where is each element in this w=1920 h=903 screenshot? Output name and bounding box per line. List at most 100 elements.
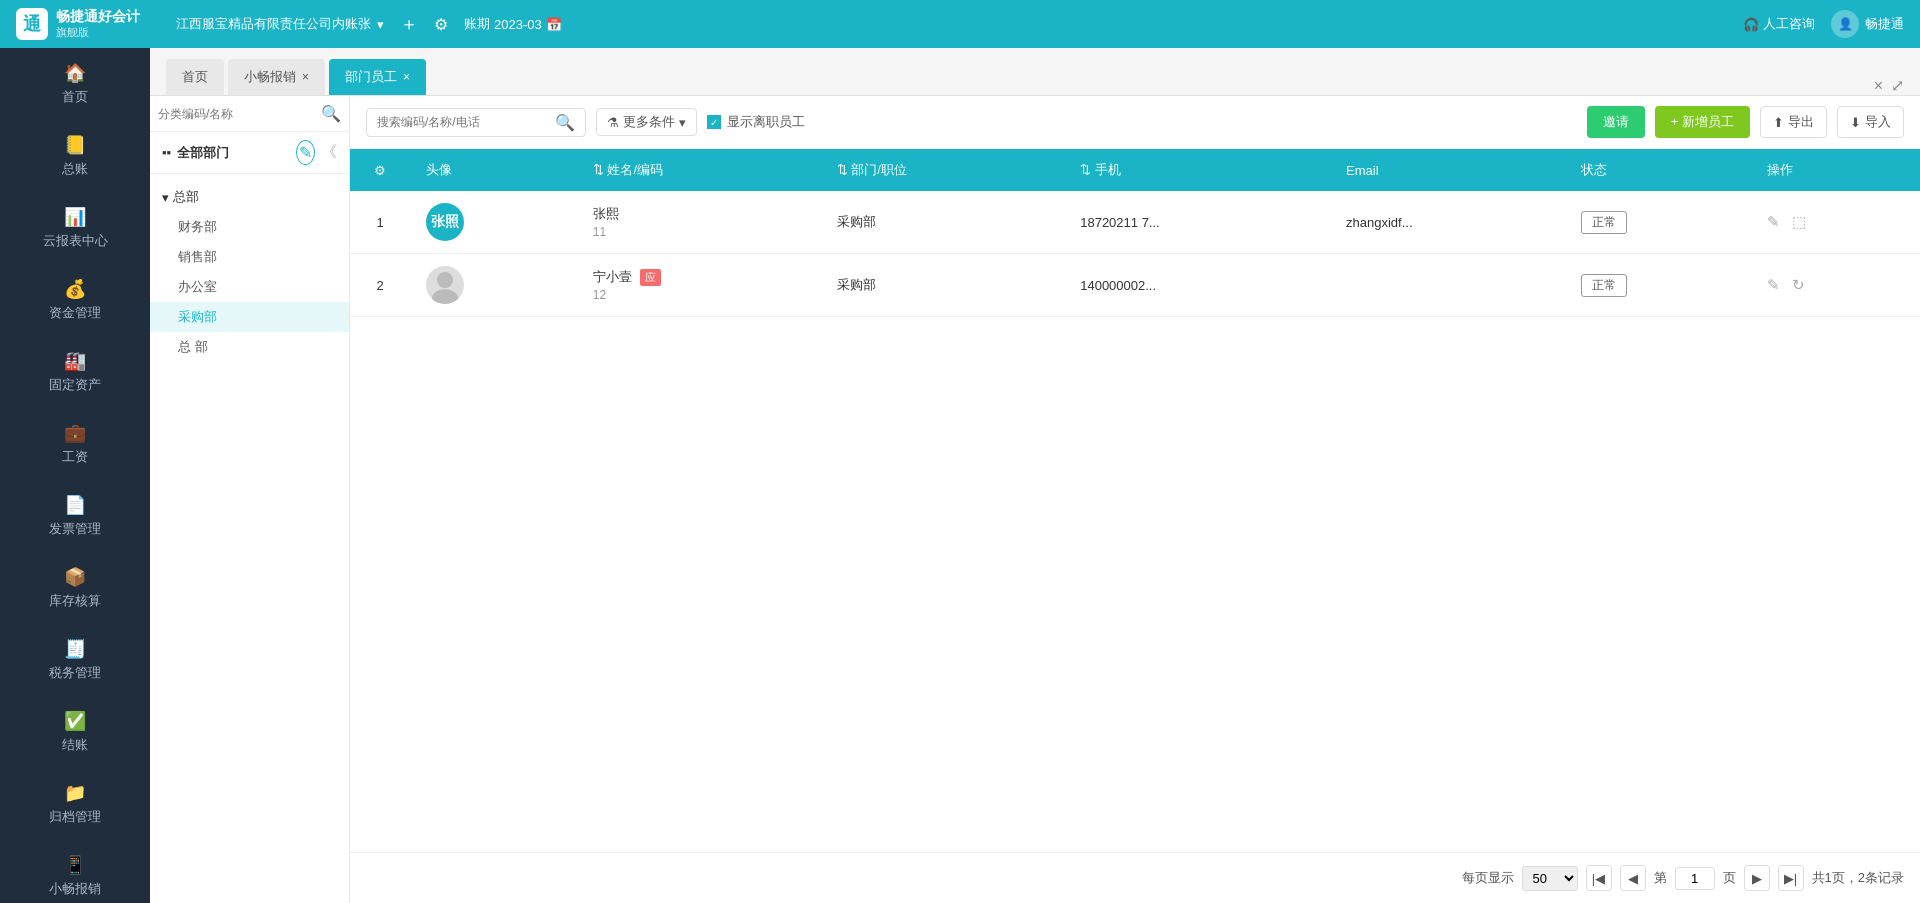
user-info[interactable]: 👤 畅捷通 bbox=[1831, 10, 1904, 38]
row2-dept: 采购部 bbox=[821, 254, 1065, 317]
pagination-bar: 每页显示 50 100 200 |◀ ◀ 第 页 ▶ ▶| 共1页，2条记录 bbox=[350, 852, 1920, 903]
tab-expense[interactable]: 小畅报销 × bbox=[228, 59, 325, 95]
sidebar-item-home[interactable]: 🏠 首页 bbox=[0, 48, 150, 120]
sidebar-item-funds[interactable]: 💰 资金管理 bbox=[0, 264, 150, 336]
col-name-code[interactable]: ⇅ 姓名/编码 bbox=[577, 149, 821, 191]
export-button[interactable]: ⬆ 导出 bbox=[1760, 106, 1827, 138]
salary-icon: 💼 bbox=[64, 422, 86, 444]
add-button[interactable]: ＋ bbox=[400, 12, 418, 36]
col-settings[interactable]: ⚙ bbox=[350, 149, 410, 191]
next-page-button[interactable]: ▶ bbox=[1744, 865, 1770, 891]
tab-department-close[interactable]: × bbox=[403, 70, 410, 84]
funds-icon: 💰 bbox=[64, 278, 86, 300]
tab-department[interactable]: 部门员工 × bbox=[329, 59, 426, 95]
row1-index: 1 bbox=[350, 191, 410, 254]
more-filter-button[interactable]: ⚗ 更多条件 ▾ bbox=[596, 108, 697, 136]
headset-icon: 🎧 bbox=[1743, 17, 1759, 32]
show-resigned-checkbox[interactable]: ✓ bbox=[707, 115, 721, 129]
sidebar-item-ledger[interactable]: 📒 总账 bbox=[0, 120, 150, 192]
prev-page-button[interactable]: ◀ bbox=[1620, 865, 1646, 891]
total-label: 共1页，2条记录 bbox=[1812, 869, 1904, 887]
col-phone[interactable]: ⇅ 手机 bbox=[1064, 149, 1330, 191]
dept-search-icon[interactable]: 🔍 bbox=[321, 104, 341, 123]
sidebar-item-salary[interactable]: 💼 工资 bbox=[0, 408, 150, 480]
company-selector[interactable]: 江西服宝精品有限责任公司内账张 ▾ bbox=[176, 15, 384, 33]
avatar-img-2 bbox=[426, 266, 464, 304]
logout-icon-1[interactable]: ⬚ bbox=[1792, 213, 1806, 231]
service-button[interactable]: 🎧 人工咨询 bbox=[1743, 15, 1815, 33]
sidebar-item-assets[interactable]: 🏭 固定资产 bbox=[0, 336, 150, 408]
last-page-button[interactable]: ▶| bbox=[1778, 865, 1804, 891]
action-icons-1: ✎ ⬚ bbox=[1767, 213, 1904, 231]
row1-phone: 18720211 7... bbox=[1064, 191, 1330, 254]
row2-status: 正常 bbox=[1565, 254, 1751, 317]
sidebar-item-reports[interactable]: 📊 云报表中心 bbox=[0, 192, 150, 264]
settlement-icon: ✅ bbox=[64, 710, 86, 732]
sidebar-item-tax[interactable]: 🧾 税务管理 bbox=[0, 624, 150, 696]
employee-search-icon[interactable]: 🔍 bbox=[555, 113, 575, 132]
employee-search-box[interactable]: 🔍 bbox=[366, 108, 586, 137]
add-employee-button[interactable]: + 新增员工 bbox=[1655, 106, 1750, 138]
user-avatar: 👤 bbox=[1831, 10, 1859, 38]
period-label: 账期 bbox=[464, 15, 490, 33]
import-button[interactable]: ⬇ 导入 bbox=[1837, 106, 1904, 138]
window-close-icon[interactable]: × bbox=[1874, 77, 1883, 95]
dept-item-office[interactable]: 办公室 bbox=[150, 272, 349, 302]
sidebar-item-archive[interactable]: 📁 归档管理 bbox=[0, 768, 150, 840]
refresh-icon-2[interactable]: ↻ bbox=[1792, 276, 1805, 294]
dept-item-sales[interactable]: 销售部 bbox=[150, 242, 349, 272]
row2-actions: ✎ ↻ bbox=[1751, 254, 1920, 317]
show-resigned-label: 显示离职员工 bbox=[727, 113, 805, 131]
show-resigned-toggle[interactable]: ✓ 显示离职员工 bbox=[707, 113, 805, 131]
invoice-icon: 📄 bbox=[64, 494, 86, 516]
dept-group-headquarter: ▾ 总部 财务部 销售部 办公室 采购部 总 部 bbox=[150, 178, 349, 366]
header-center: ＋ ⚙ 账期 2023-03 📅 bbox=[400, 12, 562, 36]
edit-icon-2[interactable]: ✎ bbox=[1767, 276, 1780, 294]
dept-search-box[interactable]: 🔍 bbox=[150, 96, 349, 132]
settings-icon[interactable]: ⚙ bbox=[434, 15, 448, 34]
dept-search-input[interactable] bbox=[158, 107, 317, 121]
per-page-select[interactable]: 50 100 200 bbox=[1522, 866, 1578, 891]
dept-tree: ▾ 总部 财务部 销售部 办公室 采购部 总 部 bbox=[150, 174, 349, 903]
row1-actions: ✎ ⬚ bbox=[1751, 191, 1920, 254]
sidebar-item-settlement[interactable]: ✅ 结账 bbox=[0, 696, 150, 768]
invite-button[interactable]: 邀请 bbox=[1587, 106, 1645, 138]
all-dept-label-area[interactable]: ▪▪ 全部部门 bbox=[162, 144, 229, 162]
col-status: 状态 bbox=[1565, 149, 1751, 191]
sidebar-item-invoice[interactable]: 📄 发票管理 bbox=[0, 480, 150, 552]
name-1: 张熙 bbox=[593, 205, 805, 223]
row2-index: 2 bbox=[350, 254, 410, 317]
first-page-button[interactable]: |◀ bbox=[1586, 865, 1612, 891]
tab-expense-close[interactable]: × bbox=[302, 70, 309, 84]
employee-search-input[interactable] bbox=[377, 115, 549, 129]
company-dropdown-icon[interactable]: ▾ bbox=[377, 17, 384, 32]
page-number-input[interactable] bbox=[1675, 867, 1715, 890]
logo-text-group: 畅捷通好会计 旗舰版 bbox=[56, 8, 140, 40]
tab-home[interactable]: 首页 bbox=[166, 59, 224, 95]
name-code-1: 张熙 11 bbox=[593, 205, 805, 239]
ledger-icon: 📒 bbox=[64, 134, 86, 156]
sidebar-label-assets: 固定资产 bbox=[49, 376, 101, 394]
col-dept-role[interactable]: ⇅ 部门/职位 bbox=[821, 149, 1065, 191]
dept-item-finance[interactable]: 财务部 bbox=[150, 212, 349, 242]
edit-dept-icon[interactable]: ✎ bbox=[296, 140, 315, 165]
row1-email: zhangxidf... bbox=[1330, 191, 1565, 254]
collapse-icon[interactable]: 《 bbox=[321, 142, 337, 163]
edit-icon-1[interactable]: ✎ bbox=[1767, 213, 1780, 231]
window-expand-icon[interactable]: ⤢ bbox=[1891, 76, 1904, 95]
tax-icon: 🧾 bbox=[64, 638, 86, 660]
col-settings-icon[interactable]: ⚙ bbox=[374, 163, 386, 178]
right-panel: 🔍 ⚗ 更多条件 ▾ ✓ 显示离职员工 邀请 + 新增员工 bbox=[350, 96, 1920, 903]
header-right: 🎧 人工咨询 👤 畅捷通 bbox=[1743, 10, 1904, 38]
dept-group-label-headquarter[interactable]: ▾ 总部 bbox=[150, 182, 349, 212]
all-dept-header[interactable]: ▪▪ 全部部门 ✎ 《 bbox=[150, 132, 349, 174]
calendar-icon[interactable]: 📅 bbox=[546, 17, 562, 32]
col-avatar: 头像 bbox=[410, 149, 577, 191]
sidebar-item-inventory[interactable]: 📦 库存核算 bbox=[0, 552, 150, 624]
main-layout: 🏠 首页 📒 总账 📊 云报表中心 💰 资金管理 🏭 固定资产 💼 工资 📄 发… bbox=[0, 48, 1920, 903]
sidebar-label-invoice: 发票管理 bbox=[49, 520, 101, 538]
dept-item-general-hq[interactable]: 总 部 bbox=[150, 332, 349, 362]
dept-item-procurement[interactable]: 采购部 bbox=[150, 302, 349, 332]
sidebar-label-archive: 归档管理 bbox=[49, 808, 101, 826]
sidebar-item-expense[interactable]: 📱 小畅报销 bbox=[0, 840, 150, 903]
